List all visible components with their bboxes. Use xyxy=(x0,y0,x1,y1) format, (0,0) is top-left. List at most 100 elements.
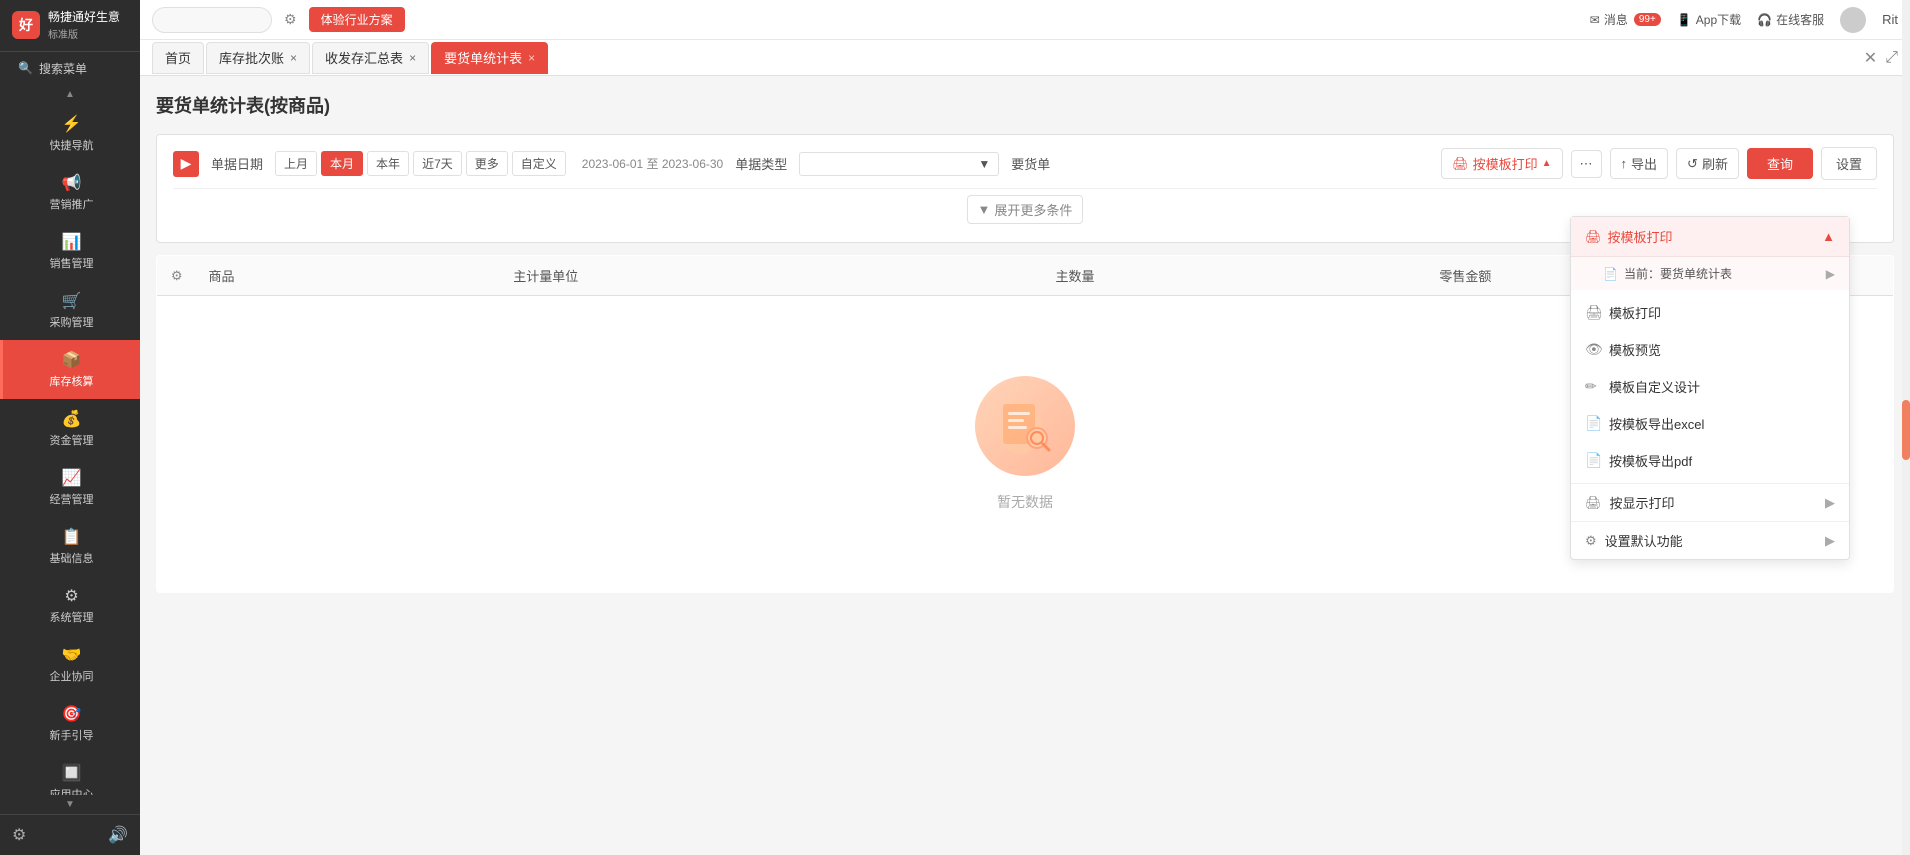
empty-text: 暂无数据 xyxy=(997,492,1053,512)
tab-inventory-batch-close[interactable]: × xyxy=(290,51,297,65)
nav-icon-quick-nav: ⚡ xyxy=(62,114,82,134)
type-dropdown-arrow: ▼ xyxy=(978,157,990,171)
audio-icon[interactable]: 🔊 xyxy=(108,825,128,845)
setting-button[interactable]: 设置 xyxy=(1821,147,1877,180)
sidebar-nav: ⚡ 快捷导航 📢 营销推广 📊 销售管理 🛒 采购管理 📦 库存核算 💰 资金管… xyxy=(0,104,140,795)
dropdown-menu-items: 🖨 模板打印 👁 模板预览 ✏ 模板自定义设计 📄 按模板导出excel 📄 按… xyxy=(1571,290,1849,483)
online-service-action[interactable]: 🎧 在线客服 xyxy=(1757,11,1824,28)
page-content: 要货单统计表(按商品) ▶ 单据日期 上月 本月 本年 近7天 更多 自定义 2… xyxy=(140,76,1910,855)
date-label: 单据日期 xyxy=(211,154,263,173)
refresh-button[interactable]: ↺ 刷新 xyxy=(1676,148,1739,179)
app-download-action[interactable]: 📱 App下载 xyxy=(1677,11,1741,28)
message-badge: 99+ xyxy=(1634,13,1661,26)
display-print-group[interactable]: 🖨 按显示打印 ▶ xyxy=(1571,483,1849,521)
filter-row: ▶ 单据日期 上月 本月 本年 近7天 更多 自定义 2023-06-01 至 … xyxy=(173,147,1877,180)
col-settings[interactable]: ⚙ xyxy=(157,256,197,296)
sidebar-item-operation[interactable]: 📈 经营管理 xyxy=(0,458,140,517)
main-area: ⚙ 体验行业方案 ✉ 消息 99+ 📱 App下载 🎧 在线客服 Rit 首页 xyxy=(140,0,1910,855)
tab-inventory-batch[interactable]: 库存批次账 × xyxy=(206,42,310,74)
header-right: ✉ 消息 99+ 📱 App下载 🎧 在线客服 Rit xyxy=(1590,7,1898,33)
headset-icon: 🎧 xyxy=(1757,13,1772,27)
date-btn-more[interactable]: 更多 xyxy=(466,151,508,176)
top-search-input[interactable] xyxy=(152,7,272,33)
tab-close-all-button[interactable]: ✕ xyxy=(1864,48,1877,68)
sidebar-scroll-down[interactable]: ▼ xyxy=(0,795,140,814)
page-title: 要货单统计表(按商品) xyxy=(156,92,1894,118)
set-default-group[interactable]: ⚙ 设置默认功能 ▶ xyxy=(1571,521,1849,559)
settings-icon[interactable]: ⚙ xyxy=(12,825,26,845)
message-action[interactable]: ✉ 消息 99+ xyxy=(1590,11,1661,28)
item-icon-template-preview: 👁 xyxy=(1585,341,1601,358)
sidebar-item-app-center[interactable]: 🔲 应用中心 xyxy=(0,753,140,795)
tab-order-stats-close[interactable]: × xyxy=(528,51,535,65)
nav-label-purchase: 采购管理 xyxy=(50,314,94,330)
set-default-arrow: ▶ xyxy=(1825,533,1835,549)
sidebar-item-purchase[interactable]: 🛒 采购管理 xyxy=(0,281,140,340)
date-btn-custom[interactable]: 自定义 xyxy=(512,151,566,176)
sidebar-item-finance[interactable]: 💰 资金管理 xyxy=(0,399,140,458)
filter-expand-icon[interactable]: ▶ xyxy=(173,151,199,177)
sidebar-item-cooperation[interactable]: 🤝 企业协同 xyxy=(0,635,140,694)
avatar[interactable] xyxy=(1840,7,1866,33)
tab-maximize-button[interactable]: ⤢ xyxy=(1885,49,1898,67)
right-scrollbar[interactable] xyxy=(1902,0,1910,855)
tab-receipt-summary[interactable]: 收发存汇总表 × xyxy=(312,42,429,74)
current-template-item[interactable]: 📄 当前：要货单统计表 ▶ xyxy=(1571,257,1849,290)
scrollbar-thumb[interactable] xyxy=(1902,400,1910,460)
sidebar-item-sales[interactable]: 📊 销售管理 xyxy=(0,222,140,281)
search-menu[interactable]: 🔍 搜索菜单 xyxy=(0,52,140,85)
nav-icon-app-center: 🔲 xyxy=(62,763,82,783)
item-icon-template-custom: ✏ xyxy=(1585,378,1601,395)
item-label-template-preview: 模板预览 xyxy=(1609,340,1661,359)
search-icon: 🔍 xyxy=(18,61,33,75)
dropdown-header-left: 🖨 按模板打印 xyxy=(1585,227,1673,246)
nav-label-basic: 基础信息 xyxy=(50,550,94,566)
nav-icon-marketing: 📢 xyxy=(62,173,82,193)
dropdown-item-template-custom[interactable]: ✏ 模板自定义设计 xyxy=(1571,368,1849,405)
date-btn-7days[interactable]: 近7天 xyxy=(413,151,462,176)
date-btn-last-month[interactable]: 上月 xyxy=(275,151,317,176)
sidebar-item-marketing[interactable]: 📢 营销推广 xyxy=(0,163,140,222)
table-settings-icon[interactable]: ⚙ xyxy=(171,268,183,283)
dropdown-item-template-export-pdf[interactable]: 📄 按模板导出pdf xyxy=(1571,442,1849,479)
query-button[interactable]: 查询 xyxy=(1747,148,1813,179)
trial-button[interactable]: 体验行业方案 xyxy=(309,7,405,32)
dropdown-item-template-preview[interactable]: 👁 模板预览 xyxy=(1571,331,1849,368)
export-button[interactable]: ↑ 导出 xyxy=(1610,148,1669,179)
nav-icon-sales: 📊 xyxy=(62,232,82,252)
tab-actions: ✕ ⤢ xyxy=(1864,48,1898,68)
sidebar-item-guide[interactable]: 🎯 新手引导 xyxy=(0,694,140,753)
gear-button[interactable]: ⚙ xyxy=(280,7,301,32)
item-label-template-export-excel: 按模板导出excel xyxy=(1609,414,1704,433)
more-options-button[interactable]: ⋯ xyxy=(1571,150,1602,178)
sidebar-scroll-up[interactable]: ▲ xyxy=(0,85,140,104)
sidebar-item-system[interactable]: ⚙ 系统管理 xyxy=(0,576,140,635)
filter-buttons: 🖨 按模板打印 ▲ ⋯ ↑ 导出 ↺ 刷新 查询 xyxy=(1441,147,1877,180)
nav-icon-purchase: 🛒 xyxy=(62,291,82,311)
set-default-icon: ⚙ xyxy=(1585,533,1597,549)
nav-label-guide: 新手引导 xyxy=(50,727,94,743)
sidebar-item-inventory[interactable]: 📦 库存核算 xyxy=(0,340,140,399)
expand-more-button[interactable]: ▼ 展开更多条件 xyxy=(967,195,1084,224)
type-label: 单据类型 xyxy=(735,154,787,173)
logo-area: 好 畅捷通好生意 标准版 xyxy=(0,0,140,52)
col-quantity: 主数量 xyxy=(1043,256,1427,296)
sidebar-item-basic[interactable]: 📋 基础信息 xyxy=(0,517,140,576)
sidebar: 好 畅捷通好生意 标准版 🔍 搜索菜单 ▲ ⚡ 快捷导航 📢 营销推广 📊 销售… xyxy=(0,0,140,855)
dropdown-header-arrow[interactable]: ▲ xyxy=(1822,229,1835,244)
tab-home[interactable]: 首页 xyxy=(152,42,204,74)
date-btn-this-month[interactable]: 本月 xyxy=(321,151,363,176)
tab-receipt-summary-close[interactable]: × xyxy=(409,51,416,65)
dropdown-item-template-print[interactable]: 🖨 模板打印 xyxy=(1571,294,1849,331)
tab-order-stats[interactable]: 要货单统计表 × xyxy=(431,42,548,74)
type-dropdown[interactable]: ▼ xyxy=(799,152,999,176)
date-group: 上月 本月 本年 近7天 更多 自定义 xyxy=(275,151,566,176)
date-btn-this-year[interactable]: 本年 xyxy=(367,151,409,176)
sidebar-footer: ⚙ 🔊 xyxy=(0,814,140,855)
item-label-template-export-pdf: 按模板导出pdf xyxy=(1609,451,1692,470)
print-template-button[interactable]: 🖨 按模板打印 ▲ xyxy=(1441,148,1562,179)
nav-icon-finance: 💰 xyxy=(62,409,82,429)
dropdown-item-template-export-excel[interactable]: 📄 按模板导出excel xyxy=(1571,405,1849,442)
sidebar-item-quick-nav[interactable]: ⚡ 快捷导航 xyxy=(0,104,140,163)
nav-icon-operation: 📈 xyxy=(62,468,82,488)
